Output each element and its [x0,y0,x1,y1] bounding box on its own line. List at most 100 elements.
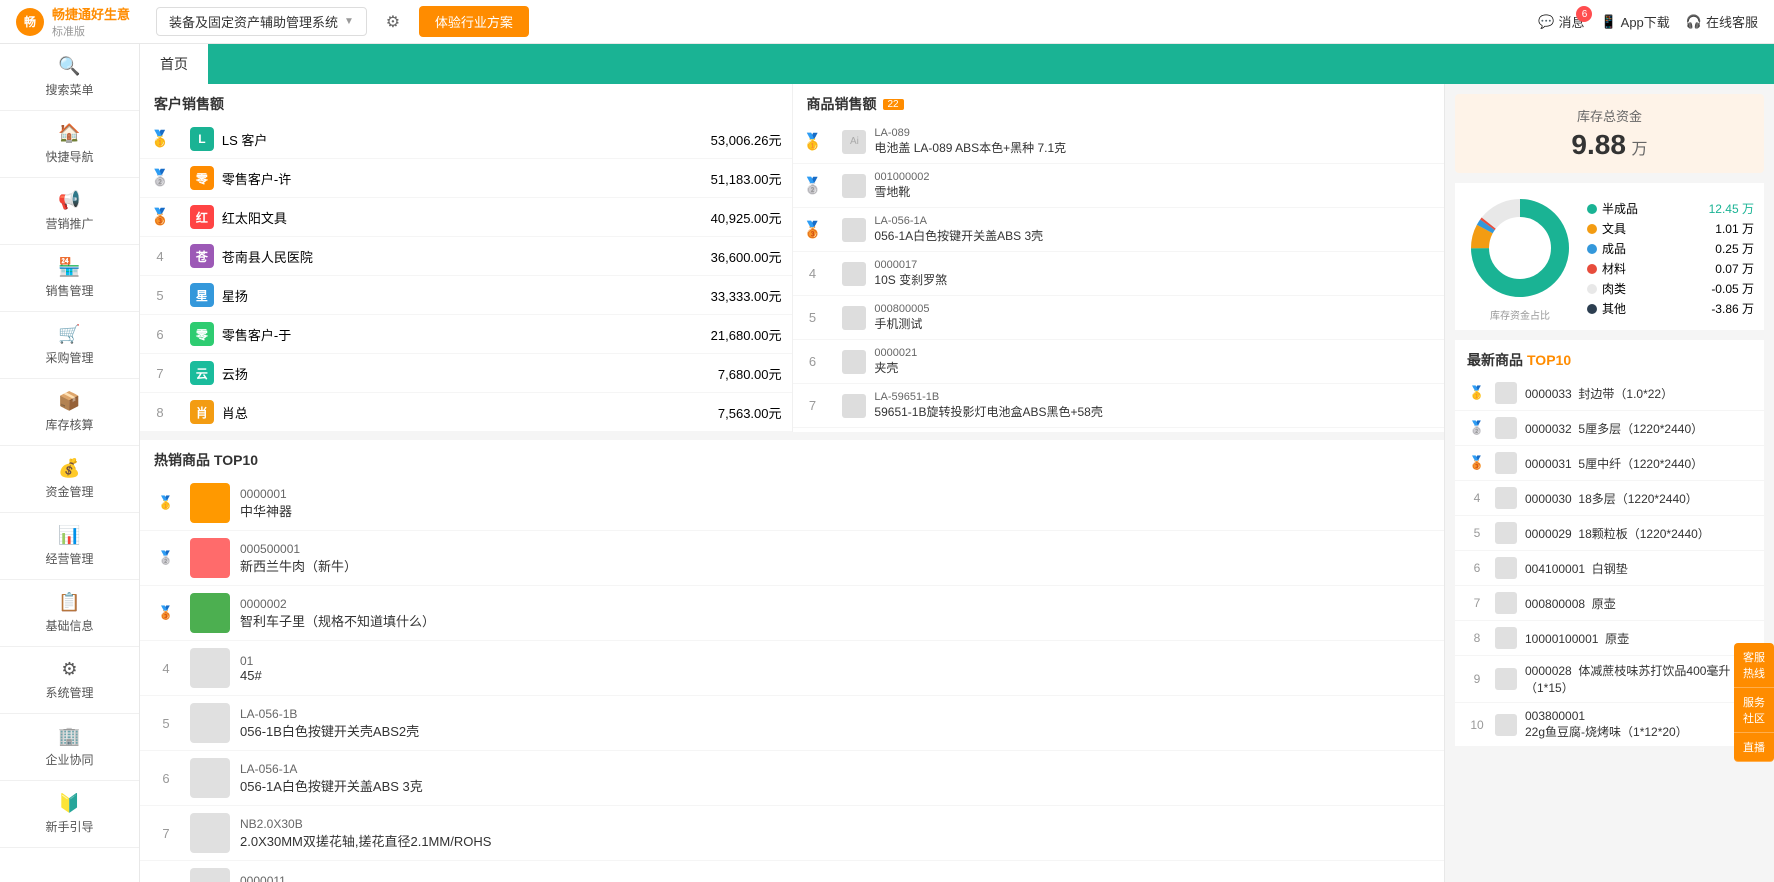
home-icon: 🏠 [58,123,80,144]
table-row: 7 云 云扬 7,680.00元 [140,354,792,393]
dropdown-arrow-icon: ▼ [344,16,354,27]
system-icon: ⚙ [61,659,77,680]
main-layout: 🔍 搜索菜单 🏠 快捷导航 📢 营销推广 🏪 销售管理 🛒 采购管理 📦 库存核… [0,44,1774,882]
sidebar-item-purchase[interactable]: 🛒 采购管理 [0,312,139,379]
live-button[interactable]: 直播 [1734,733,1774,762]
sidebar-item-system[interactable]: ⚙ 系统管理 [0,647,139,714]
table-row: 4 0000017 10S 变刹罗煞 [793,252,1445,296]
headset-icon: 🎧 [1686,14,1702,30]
sidebar-item-enterprise[interactable]: 🏢 企业协同 [0,714,139,781]
table-row: 5 000800005 手机测试 [793,296,1445,340]
tab-home[interactable]: 首页 [140,44,208,84]
legend-dot [1587,284,1597,294]
product-thumbnail [190,538,230,578]
legend-dot [1587,264,1597,274]
product-icon [1495,592,1517,614]
list-item: 🥉 0000002 智利车子里（规格不知道填什么） [140,586,1444,641]
sidebar-item-inventory[interactable]: 📦 库存核算 [0,379,139,446]
product-icon [1495,382,1517,404]
finance-icon: 💰 [58,458,80,479]
customer-ranking-card: 客户销售额 🥇 L LS 客户 [140,84,793,432]
chart-label: 库存资金占比 [1490,307,1550,322]
avatar: 苍 [190,244,214,268]
logo-text: 畅捷通好生意 标准版 [52,4,130,39]
inventory-total-card: 库存总资金 9.88 万 [1455,94,1764,173]
product-thumbnail [190,648,230,688]
list-item: 7 000800008 原壶 [1455,586,1764,621]
phone-icon: 📱 [1600,14,1616,30]
message-button[interactable]: 💬 消息 6 [1538,12,1584,31]
avatar: 星 [190,283,214,307]
customer-ranking-header: 客户销售额 [140,84,792,120]
table-row: 6 零 零售客户-于 21,680.00元 [140,315,792,354]
online-service-button[interactable]: 🎧 在线客服 [1686,12,1758,31]
logo-area: 畅 畅捷通好生意 标准版 [16,4,156,39]
table-row: 🥉 红 红太阳文具 40,925.00元 [140,198,792,237]
medal-1-icon: 🥇 [150,131,170,148]
sidebar-item-quick[interactable]: 🏠 快捷导航 [0,111,139,178]
message-badge: 6 [1576,6,1592,22]
guide-icon: 🔰 [58,793,80,814]
newest-products-header: 最新商品 TOP10 [1455,340,1764,376]
newest-products-card: 最新商品 TOP10 🥇 0000033 封边带（1.0*22） 🥈 [1455,340,1764,747]
legend-dot [1587,304,1597,314]
content-area: 首页 客户销售额 🥇 [140,44,1774,882]
list-item: 🥇 0000001 中华神器 [140,476,1444,531]
inventory-icon: 📦 [58,391,80,412]
product-ranking-card: 商品销售额 22 🥇 Ai [793,84,1445,432]
product-thumbnail [190,758,230,798]
product-icon [842,350,866,374]
community-button[interactable]: 服务社区 [1734,688,1774,733]
product-icon [842,218,866,242]
logo-icon: 畅 [16,8,44,36]
list-item: 4 01 45# [140,641,1444,696]
sidebar-item-guide[interactable]: 🔰 新手引导 [0,781,139,848]
sidebar-item-search[interactable]: 🔍 搜索菜单 [0,44,139,111]
system-selector[interactable]: 装备及固定资产辅助管理系统 ▼ [156,7,367,36]
medal-3-icon: 🥉 [803,222,823,239]
ranking-section: 客户销售额 🥇 L LS 客户 [140,84,1444,432]
app-download-button[interactable]: 📱 App下载 [1600,12,1669,31]
sidebar-item-basic[interactable]: 📋 基础信息 [0,580,139,647]
list-item: 5 0000029 18颗粒板（1220*2440） [1455,516,1764,551]
inventory-chart-card: 库存资金占比 半成品 12.45 万 [1455,183,1764,330]
sidebar: 🔍 搜索菜单 🏠 快捷导航 📢 营销推广 🏪 销售管理 🛒 采购管理 📦 库存核… [0,44,140,882]
customer-service-button[interactable]: 客服热线 [1734,643,1774,688]
settings-icon[interactable]: ⚙ [379,8,407,36]
donut-chart: 库存资金占比 [1465,193,1575,306]
trial-button[interactable]: 体验行业方案 [419,6,529,37]
avatar: 零 [190,322,214,346]
table-row: 8 肖 肖总 7,563.00元 [140,393,792,432]
inventory-legend: 半成品 12.45 万 文具 1.01 万 [1587,193,1754,320]
customer-ranking-table: 🥇 L LS 客户 53,006.26元 [140,120,792,432]
table-row: 6 0000021 夹壳 [793,340,1445,384]
legend-row: 肉类 -0.05 万 [1587,280,1754,297]
sidebar-item-sales[interactable]: 🏪 销售管理 [0,245,139,312]
medal-3-icon: 🥉 [158,605,174,620]
product-thumbnail [190,868,230,882]
product-ranking-table: 🥇 Ai LA-089 电池盖 LA-089 ABS本色+黑种 7.1克 [793,120,1445,428]
sidebar-item-marketing[interactable]: 📢 营销推广 [0,178,139,245]
legend-row: 材料 0.07 万 [1587,260,1754,277]
newest-products-title: 最新商品 [1467,350,1523,370]
avatar: 零 [190,166,214,190]
legend-row: 成品 0.25 万 [1587,240,1754,257]
sidebar-item-operations[interactable]: 📊 经营管理 [0,513,139,580]
list-item: 6 LA-056-1A 056-1A白色按键开关盖ABS 3克 [140,751,1444,806]
top-header: 畅 畅捷通好生意 标准版 装备及固定资产辅助管理系统 ▼ ⚙ 体验行业方案 💬 … [0,0,1774,44]
list-item: 🥈 000500001 新西兰牛肉（新牛） [140,531,1444,586]
enterprise-icon: 🏢 [58,726,80,747]
sidebar-item-finance[interactable]: 💰 资金管理 [0,446,139,513]
inventory-label: 库存总资金 [1467,106,1752,125]
header-center: 装备及固定资产辅助管理系统 ▼ ⚙ 体验行业方案 [156,6,1538,37]
product-ranking-title: 商品销售额 [807,94,877,114]
purchase-icon: 🛒 [58,324,80,345]
list-item: 10 003800001 22g鱼豆腐-烧烤味（1*12*20） [1455,703,1764,747]
table-row: 🥉 LA-056-1A 056-1A白色按键开关盖ABS 3壳 [793,208,1445,252]
medal-1-icon: 🥇 [158,495,174,510]
product-icon [1495,557,1517,579]
product-thumbnail [190,593,230,633]
product-icon [1495,417,1517,439]
list-item: 9 0000028 体减蔗枝味苏打饮品400毫升（1*15） [1455,656,1764,703]
nav-tab-bar: 首页 [140,44,1774,84]
